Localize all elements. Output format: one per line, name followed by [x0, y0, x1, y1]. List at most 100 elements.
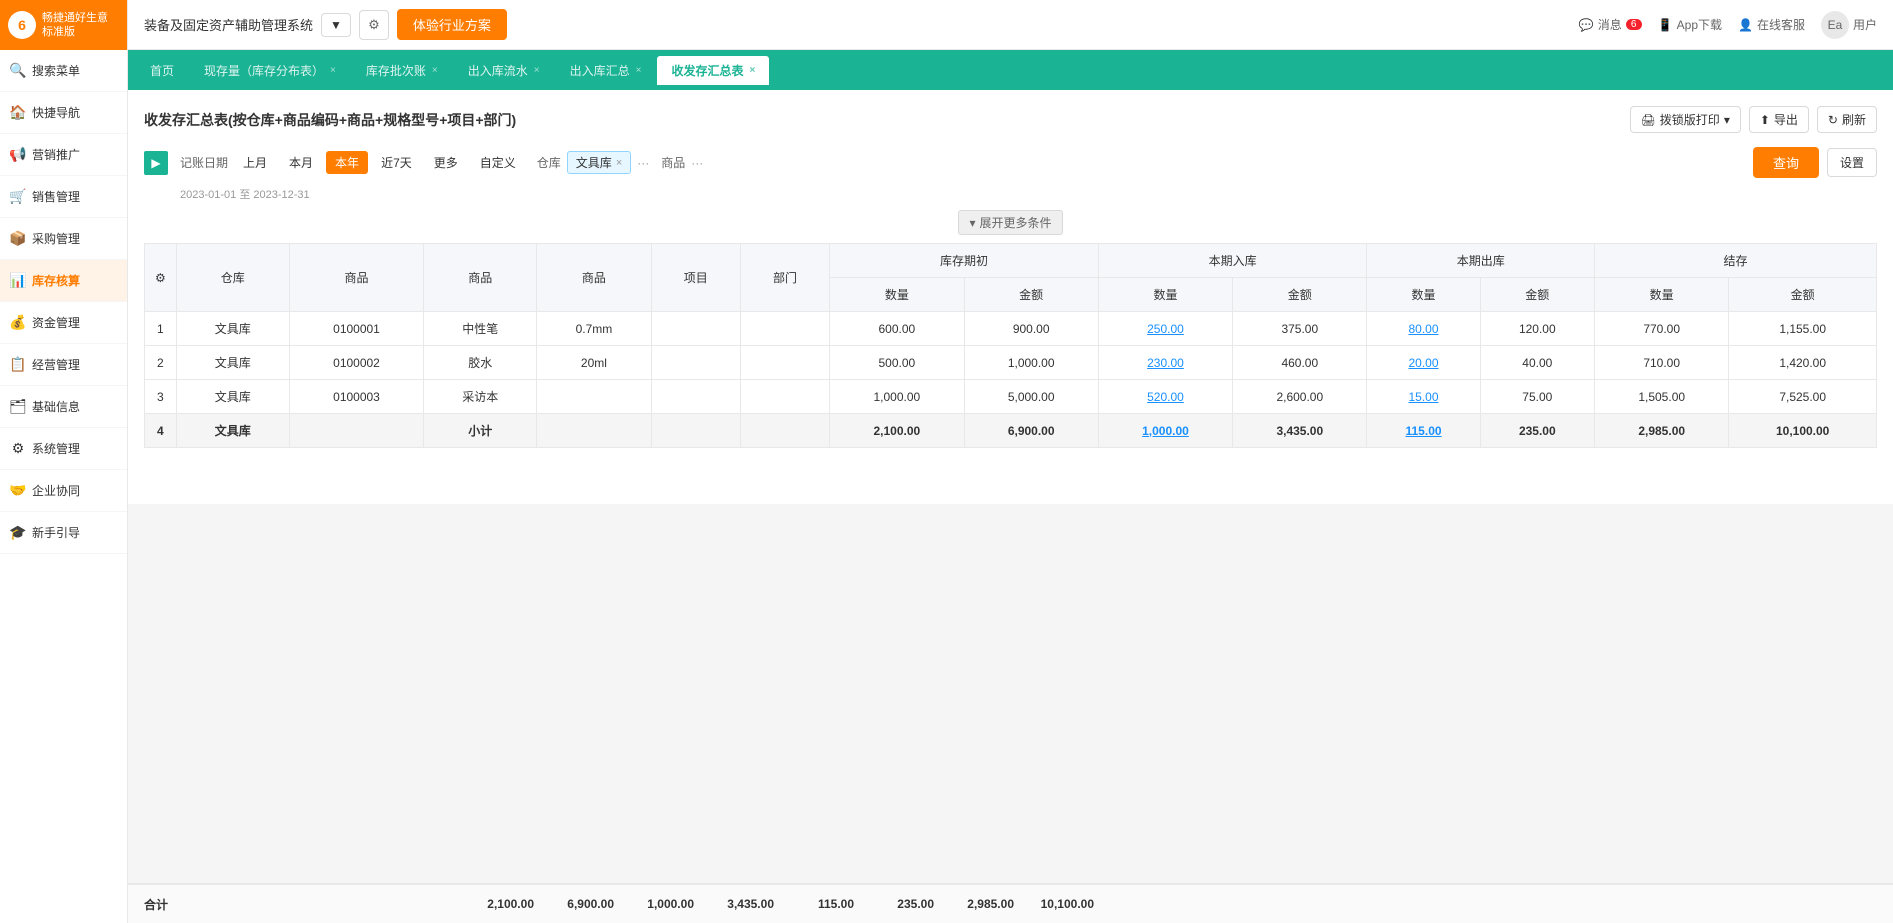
try-button[interactable]: 体验行业方案: [397, 9, 507, 40]
query-button[interactable]: 查询: [1753, 147, 1819, 178]
sidebar-item-guide[interactable]: 🎓 新手引导: [0, 512, 127, 554]
header-left: 装备及固定资产辅助管理系统 ▼ ⚙ 体验行业方案: [144, 9, 507, 40]
home-icon: 🏠: [10, 105, 26, 121]
export-button[interactable]: ⬆ 导出: [1749, 106, 1809, 133]
header-right: 💬 消息 6 📱 App下载 👤 在线客服 Ea 用户: [1579, 11, 1877, 39]
filter-line-1: 记账日期 上月 本月 本年 近7天 更多 自定义: [180, 147, 1877, 178]
sidebar-item-marketing[interactable]: 📢 营销推广: [0, 134, 127, 176]
tab-close-inventory-dist[interactable]: ×: [330, 65, 336, 76]
warehouse-tag-close[interactable]: ×: [616, 157, 622, 169]
warehouse-tag: 文具库 ×: [567, 151, 631, 174]
cell-in-amt: 3,435.00: [1233, 414, 1367, 448]
gear-button[interactable]: ⚙: [359, 10, 389, 40]
footer-out-amt: 235.00: [864, 897, 944, 911]
filter-group-warehouse: 仓库 文具库 × ···: [537, 151, 649, 174]
cell-warehouse: 文具库: [176, 312, 289, 346]
system-icon: ⚙: [10, 441, 26, 457]
cell-dept: [740, 312, 829, 346]
date-btn-custom[interactable]: 自定义: [471, 151, 525, 174]
sidebar-item-system[interactable]: ⚙ 系统管理: [0, 428, 127, 470]
content-card: 收发存汇总表(按仓库+商品编码+商品+规格型号+项目+部门) 🖨 拨锁版打印 ▾…: [128, 90, 1893, 504]
system-selector[interactable]: ▼: [321, 13, 351, 37]
app-download-item[interactable]: 📱 App下载: [1658, 16, 1722, 33]
cell-out-qty[interactable]: 20.00: [1367, 346, 1480, 380]
sidebar-item-basic[interactable]: 🗂 基础信息: [0, 386, 127, 428]
operation-icon: 📋: [10, 357, 26, 373]
cell-out-qty[interactable]: 15.00: [1367, 380, 1480, 414]
th-in-amt: 金额: [1233, 278, 1367, 312]
th-group-bal: 结存: [1595, 244, 1877, 278]
filter-arrow-btn[interactable]: ▶: [144, 151, 168, 175]
sidebar-item-collab[interactable]: 🤝 企业协同: [0, 470, 127, 512]
message-item[interactable]: 💬 消息 6: [1579, 16, 1642, 33]
cell-in-qty[interactable]: 230.00: [1098, 346, 1232, 380]
sidebar-logo: 6 畅捷通好生意 标准版: [0, 0, 127, 50]
sidebar-item-purchase[interactable]: 📦 采购管理: [0, 218, 127, 260]
tab-flow[interactable]: 出入库流水 ×: [454, 56, 554, 85]
sidebar-item-operation[interactable]: 📋 经营管理: [0, 344, 127, 386]
cell-dept: [740, 380, 829, 414]
tab-inventory-dist[interactable]: 现存量（库存分布表） ×: [190, 56, 350, 85]
cell-bal-amt: 10,100.00: [1729, 414, 1877, 448]
cell-seq: 2: [145, 346, 177, 380]
marketing-icon: 📢: [10, 147, 26, 163]
cell-bal-qty: 710.00: [1595, 346, 1729, 380]
cell-out-qty[interactable]: 115.00: [1367, 414, 1480, 448]
goods-more[interactable]: ···: [691, 156, 703, 170]
sidebar-item-search[interactable]: 🔍 搜索菜单: [0, 50, 127, 92]
cell-bal-qty: 770.00: [1595, 312, 1729, 346]
tab-home[interactable]: 首页: [136, 56, 188, 85]
sidebar-item-inventory[interactable]: 📊 库存核算: [0, 260, 127, 302]
page-body: 收发存汇总表(按仓库+商品编码+商品+规格型号+项目+部门) 🖨 拨锁版打印 ▾…: [128, 90, 1893, 923]
tab-close-stock-summary[interactable]: ×: [749, 65, 755, 76]
cell-in-qty[interactable]: 250.00: [1098, 312, 1232, 346]
cell-in-qty[interactable]: 1,000.00: [1098, 414, 1232, 448]
sidebar-item-quick-nav[interactable]: 🏠 快捷导航: [0, 92, 127, 134]
cell-seq: 4: [145, 414, 177, 448]
cell-out-amt: 120.00: [1480, 312, 1594, 346]
cell-in-amt: 375.00: [1233, 312, 1367, 346]
print-button[interactable]: 🖨 拨锁版打印 ▾: [1630, 106, 1741, 133]
cell-project: [651, 380, 740, 414]
online-service-item[interactable]: 👤 在线客服: [1738, 16, 1805, 33]
tab-summary[interactable]: 出入库汇总 ×: [556, 56, 656, 85]
tab-close-flow[interactable]: ×: [534, 65, 540, 76]
date-btn-thismonth[interactable]: 本月: [280, 151, 322, 174]
guide-icon: 🎓: [10, 525, 26, 541]
date-btn-lastmonth[interactable]: 上月: [234, 151, 276, 174]
th-group-open: 库存期初: [830, 244, 1099, 278]
th-settings[interactable]: ⚙: [145, 244, 177, 312]
th-out-amt: 金额: [1480, 278, 1594, 312]
tab-close-summary[interactable]: ×: [636, 65, 642, 76]
cell-name: 胶水: [424, 346, 537, 380]
cell-warehouse: 文具库: [176, 346, 289, 380]
app-icon: 📱: [1658, 18, 1673, 32]
tab-close-batch-ledger[interactable]: ×: [432, 65, 438, 76]
table-row: 4 文具库 小计 2,100.00 6,900.00 1,000.00 3,43…: [145, 414, 1877, 448]
tab-batch-ledger[interactable]: 库存批次账 ×: [352, 56, 452, 85]
date-buttons: 上月 本月 本年 近7天 更多 自定义: [234, 151, 525, 174]
date-btn-7days[interactable]: 近7天: [372, 151, 421, 174]
th-group-in: 本期入库: [1098, 244, 1367, 278]
user-item[interactable]: Ea 用户: [1821, 11, 1877, 39]
sidebar-item-finance[interactable]: 💰 资金管理: [0, 302, 127, 344]
refresh-button[interactable]: ↻ 刷新: [1817, 106, 1877, 133]
cell-in-qty[interactable]: 520.00: [1098, 380, 1232, 414]
date-btn-more[interactable]: 更多: [425, 151, 467, 174]
expand-button[interactable]: ▾ 展开更多条件: [958, 210, 1062, 235]
search-icon: 🔍: [10, 63, 26, 79]
setting-button[interactable]: 设置: [1827, 148, 1877, 177]
date-btn-thisyear[interactable]: 本年: [326, 151, 368, 174]
cell-spec: 0.7mm: [537, 312, 651, 346]
cell-project: [651, 346, 740, 380]
logo-icon: 6: [8, 11, 36, 39]
service-icon: 👤: [1738, 18, 1753, 32]
tab-stock-summary[interactable]: 收发存汇总表 ×: [657, 56, 769, 85]
th-dept: 部门: [740, 244, 829, 312]
cell-out-qty[interactable]: 80.00: [1367, 312, 1480, 346]
message-icon: 💬: [1579, 18, 1594, 32]
th-open-amt: 金额: [964, 278, 1098, 312]
sidebar-item-sales[interactable]: 🛒 销售管理: [0, 176, 127, 218]
warehouse-more[interactable]: ···: [637, 156, 649, 170]
footer-bal-amt: 10,100.00: [1024, 897, 1104, 911]
